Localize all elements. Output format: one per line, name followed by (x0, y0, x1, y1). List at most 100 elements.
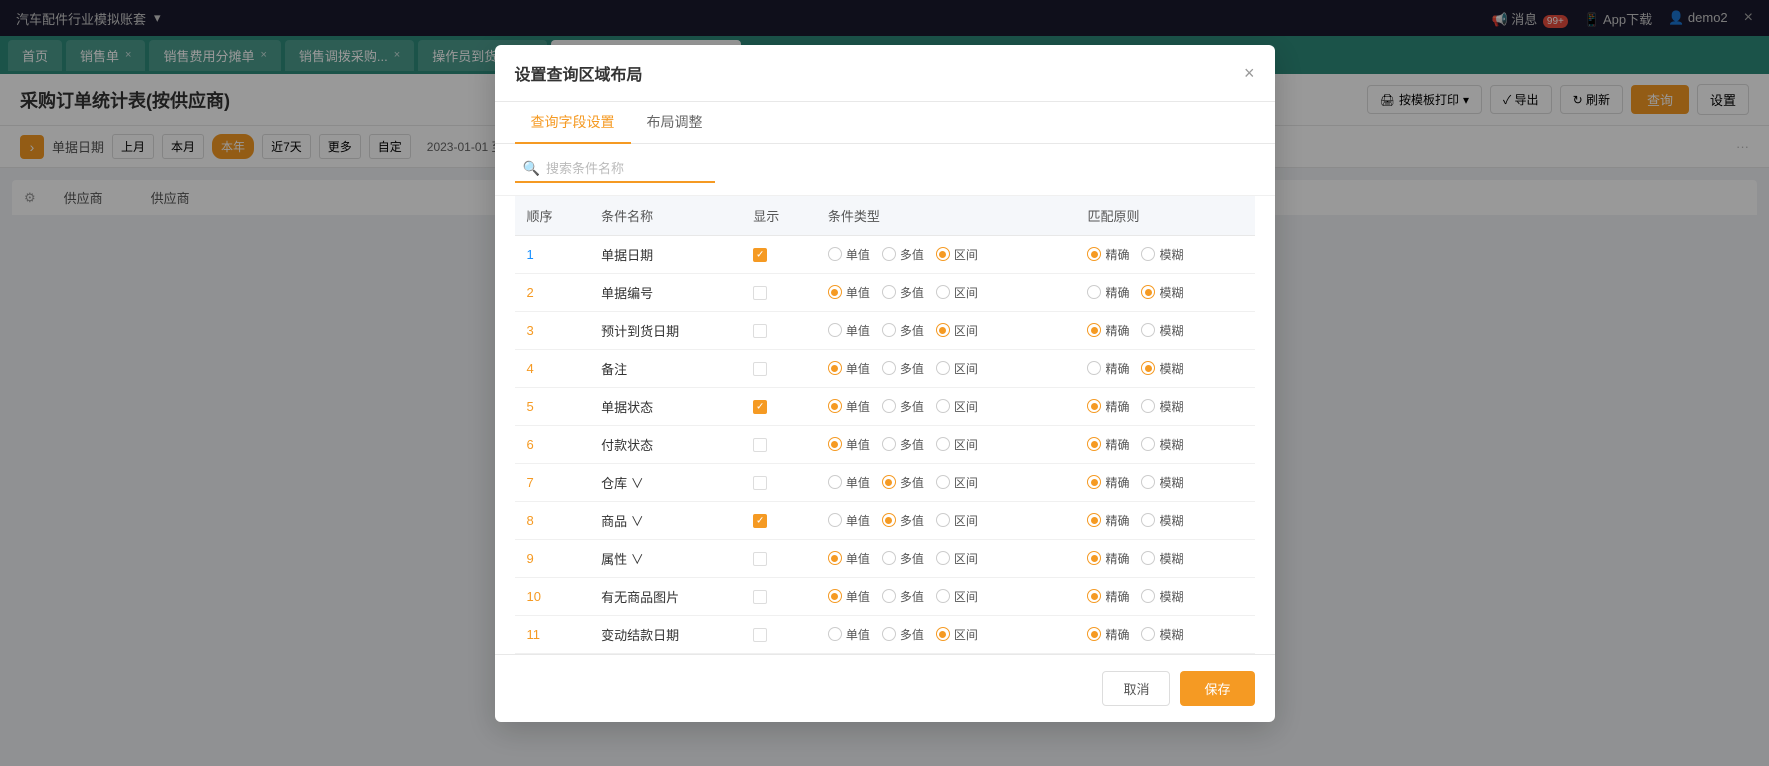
type-radio-2[interactable]: 区间 (936, 588, 978, 605)
type-radio-1[interactable]: 多值 (882, 588, 924, 605)
display-checkbox[interactable] (753, 400, 767, 414)
type-radio-2[interactable]: 区间 (936, 474, 978, 491)
cell-display[interactable] (741, 425, 816, 463)
match-radio-1[interactable]: 模糊 (1141, 512, 1183, 529)
field-table: 顺序 条件名称 显示 条件类型 匹配原则 1单据日期单值多值区间精确模糊2单据编… (515, 196, 1255, 654)
display-checkbox[interactable] (753, 590, 767, 604)
cell-display[interactable] (741, 577, 816, 615)
radio-circle (936, 285, 950, 299)
type-radio-2[interactable]: 区间 (936, 246, 978, 263)
match-radio-1[interactable]: 模糊 (1141, 436, 1183, 453)
type-radio-1[interactable]: 多值 (882, 550, 924, 567)
match-radio-0[interactable]: 精确 (1087, 474, 1129, 491)
match-radio-0[interactable]: 精确 (1087, 512, 1129, 529)
type-radio-0[interactable]: 单值 (828, 436, 870, 453)
display-checkbox[interactable] (753, 552, 767, 566)
cell-display[interactable] (741, 539, 816, 577)
match-radio-1[interactable]: 模糊 (1141, 474, 1183, 491)
type-radio-0[interactable]: 单值 (828, 246, 870, 263)
match-radio-1[interactable]: 模糊 (1141, 626, 1183, 643)
type-radio-0[interactable]: 单值 (828, 512, 870, 529)
match-radio-0[interactable]: 精确 (1087, 436, 1129, 453)
dialog-close-button[interactable]: × (1244, 64, 1255, 82)
type-radio-1[interactable]: 多值 (882, 246, 924, 263)
type-radio-0[interactable]: 单值 (828, 398, 870, 415)
match-radio-1[interactable]: 模糊 (1141, 398, 1183, 415)
match-radio-1[interactable]: 模糊 (1141, 284, 1183, 301)
type-radio-1[interactable]: 多值 (882, 322, 924, 339)
match-radio-0[interactable]: 精确 (1087, 322, 1129, 339)
type-radio-1[interactable]: 多值 (882, 360, 924, 377)
match-radio-label: 精确 (1105, 284, 1129, 301)
th-name: 条件名称 (589, 196, 741, 236)
type-radio-2[interactable]: 区间 (936, 322, 978, 339)
table-row: 8商品 ∨单值多值区间精确模糊 (515, 501, 1255, 539)
cell-match: 精确 模糊 (1075, 387, 1254, 425)
type-radio-0[interactable]: 单值 (828, 360, 870, 377)
match-radio-0[interactable]: 精确 (1087, 360, 1129, 377)
tab-field-settings[interactable]: 查询字段设置 (515, 102, 631, 144)
type-radio-0[interactable]: 单值 (828, 588, 870, 605)
type-radio-2[interactable]: 区间 (936, 550, 978, 567)
type-radio-2[interactable]: 区间 (936, 284, 978, 301)
type-radio-1[interactable]: 多值 (882, 512, 924, 529)
cell-display[interactable] (741, 311, 816, 349)
match-radio-0[interactable]: 精确 (1087, 398, 1129, 415)
type-radio-2[interactable]: 区间 (936, 512, 978, 529)
dialog-overlay[interactable]: 设置查询区域布局 × 查询字段设置 布局调整 🔍 顺序 条件名称 显示 (0, 0, 1769, 766)
type-radio-1[interactable]: 多值 (882, 436, 924, 453)
cell-type: 单值多值区间 (816, 539, 1076, 577)
match-radio-circle (1141, 551, 1155, 565)
save-button[interactable]: 保存 (1180, 671, 1254, 706)
match-radio-1[interactable]: 模糊 (1141, 588, 1183, 605)
table-row: 7仓库 ∨单值多值区间精确模糊 (515, 463, 1255, 501)
display-checkbox[interactable] (753, 362, 767, 376)
match-radio-1[interactable]: 模糊 (1141, 360, 1183, 377)
cell-display[interactable] (741, 615, 816, 653)
match-radio-0[interactable]: 精确 (1087, 588, 1129, 605)
cell-display[interactable] (741, 235, 816, 273)
match-radio-0[interactable]: 精确 (1087, 626, 1129, 643)
type-radio-2[interactable]: 区间 (936, 436, 978, 453)
display-checkbox[interactable] (753, 514, 767, 528)
cell-name: 单据状态 (589, 387, 741, 425)
type-radio-1[interactable]: 多值 (882, 474, 924, 491)
type-radio-1[interactable]: 多值 (882, 626, 924, 643)
type-radio-1[interactable]: 多值 (882, 284, 924, 301)
type-radio-1[interactable]: 多值 (882, 398, 924, 415)
display-checkbox[interactable] (753, 286, 767, 300)
cell-display[interactable] (741, 387, 816, 425)
display-checkbox[interactable] (753, 248, 767, 262)
cell-display[interactable] (741, 349, 816, 387)
match-radio-1[interactable]: 模糊 (1141, 322, 1183, 339)
display-checkbox[interactable] (753, 476, 767, 490)
type-radio-0[interactable]: 单值 (828, 474, 870, 491)
radio-label: 区间 (954, 360, 978, 377)
match-radio-label: 模糊 (1159, 398, 1183, 415)
match-radio-1[interactable]: 模糊 (1141, 550, 1183, 567)
cancel-button[interactable]: 取消 (1102, 671, 1170, 706)
type-radio-2[interactable]: 区间 (936, 360, 978, 377)
match-radio-1[interactable]: 模糊 (1141, 246, 1183, 263)
type-radio-0[interactable]: 单值 (828, 284, 870, 301)
cell-order: 8 (515, 501, 590, 539)
settings-dialog: 设置查询区域布局 × 查询字段设置 布局调整 🔍 顺序 条件名称 显示 (495, 45, 1275, 722)
tab-layout-adjust[interactable]: 布局调整 (631, 102, 719, 144)
type-radio-0[interactable]: 单值 (828, 550, 870, 567)
type-radio-2[interactable]: 区间 (936, 626, 978, 643)
cell-display[interactable] (741, 273, 816, 311)
cell-order: 1 (515, 235, 590, 273)
match-radio-0[interactable]: 精确 (1087, 550, 1129, 567)
type-radio-0[interactable]: 单值 (828, 626, 870, 643)
cell-display[interactable] (741, 463, 816, 501)
match-radio-0[interactable]: 精确 (1087, 284, 1129, 301)
display-checkbox[interactable] (753, 628, 767, 642)
type-radio-2[interactable]: 区间 (936, 398, 978, 415)
display-checkbox[interactable] (753, 324, 767, 338)
display-checkbox[interactable] (753, 438, 767, 452)
type-radio-0[interactable]: 单值 (828, 322, 870, 339)
search-input[interactable] (546, 161, 696, 176)
radio-label: 多值 (900, 360, 924, 377)
cell-display[interactable] (741, 501, 816, 539)
match-radio-0[interactable]: 精确 (1087, 246, 1129, 263)
